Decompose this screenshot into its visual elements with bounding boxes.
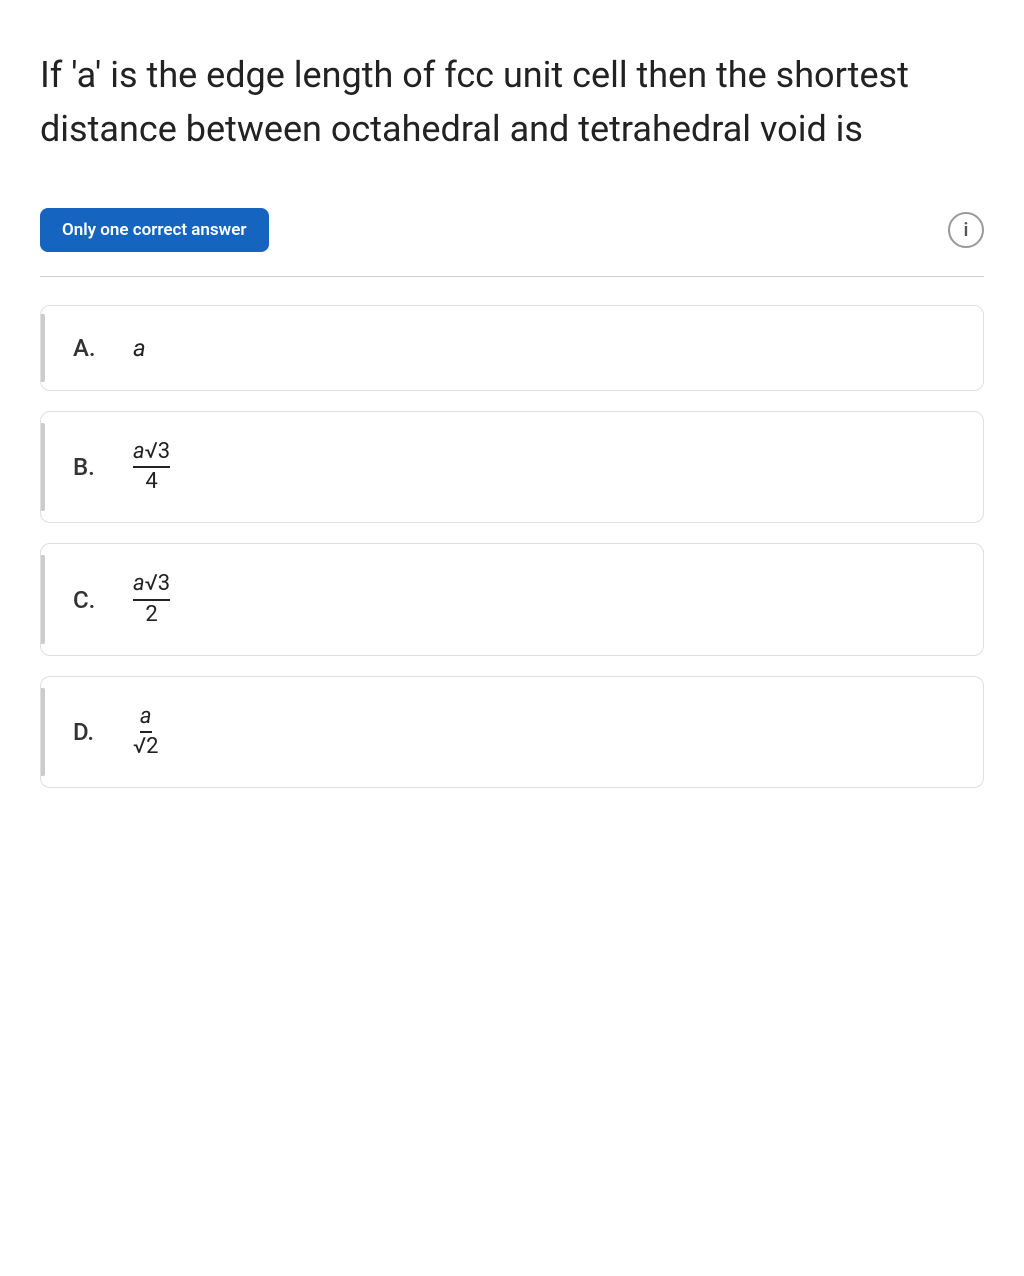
info-icon[interactable]: i bbox=[948, 212, 984, 248]
question-text: If 'a' is the edge length of fcc unit ce… bbox=[40, 48, 984, 156]
option-c-label: C. bbox=[73, 586, 109, 614]
section-divider bbox=[40, 276, 984, 277]
option-a[interactable]: A. a bbox=[40, 305, 984, 391]
option-d-content: a √2 bbox=[133, 705, 158, 759]
option-d-label: D. bbox=[73, 718, 109, 746]
option-a-label: A. bbox=[73, 334, 109, 362]
only-one-correct-badge: Only one correct answer bbox=[40, 208, 269, 252]
option-b-content: a√3 4 bbox=[133, 440, 170, 494]
option-b-label: B. bbox=[73, 453, 109, 481]
options-list: A. a B. a√3 4 C. a√3 2 D. a √2 bbox=[40, 305, 984, 788]
option-a-content: a bbox=[133, 334, 146, 362]
option-b[interactable]: B. a√3 4 bbox=[40, 411, 984, 523]
option-d[interactable]: D. a √2 bbox=[40, 676, 984, 788]
option-c[interactable]: C. a√3 2 bbox=[40, 543, 984, 655]
option-c-content: a√3 2 bbox=[133, 572, 170, 626]
